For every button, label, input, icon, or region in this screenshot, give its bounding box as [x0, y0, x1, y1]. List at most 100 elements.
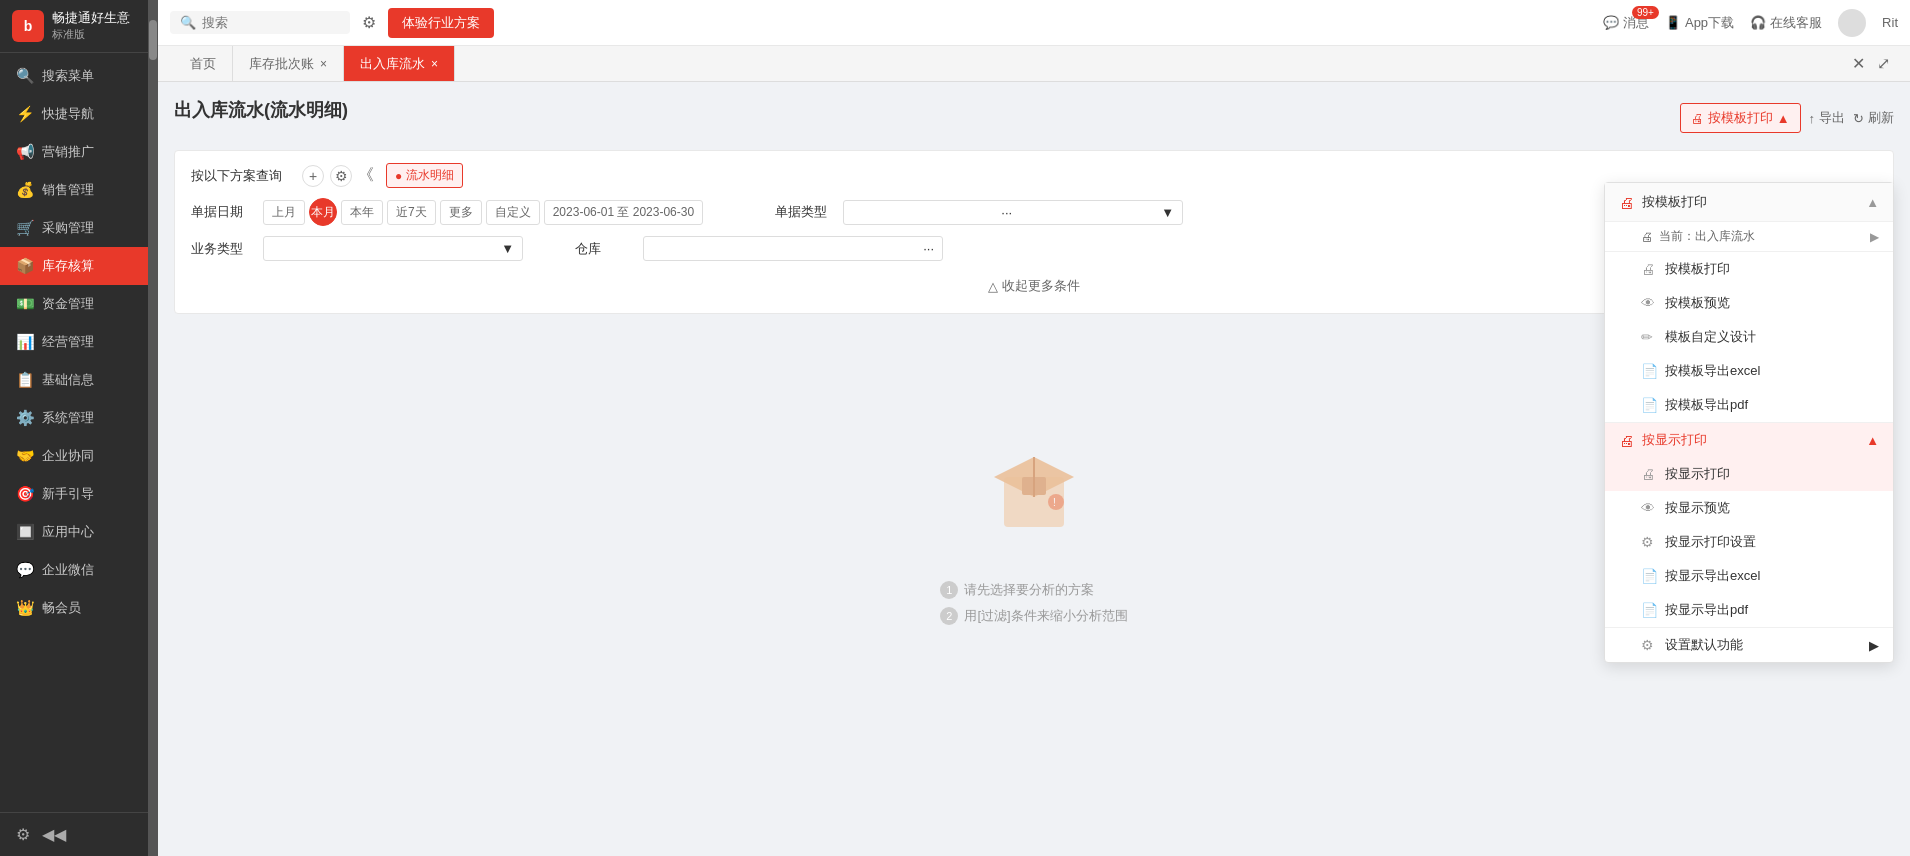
dropdown-panel: 🖨 按模板打印 ▲ 🖨 当前：出入库流水 ▶ 🖨 按模板打印 👁 按模板预览: [1604, 182, 1894, 663]
message-button[interactable]: 💬 消息 99+: [1603, 14, 1649, 32]
display-section-icon: 🖨: [1619, 432, 1634, 449]
empty-box-svg: !: [984, 442, 1084, 542]
dropdown-item-display-settings[interactable]: ⚙ 按显示打印设置: [1605, 525, 1893, 559]
industry-button[interactable]: 体验行业方案: [388, 8, 494, 38]
dropdown-header[interactable]: 🖨 按模板打印 ▲: [1605, 183, 1893, 222]
refresh-button[interactable]: ↻ 刷新: [1853, 109, 1894, 127]
biz-type-label: 业务类型: [191, 240, 251, 258]
date-btn-this-year[interactable]: 本年: [341, 200, 383, 225]
voucher-type-field[interactable]: ··· ▼: [843, 200, 1183, 225]
sidebar-item-operations[interactable]: 📊 经营管理: [0, 323, 148, 361]
sidebar-item-finance[interactable]: 💵 资金管理: [0, 285, 148, 323]
logo-area: b 畅捷通好生意 标准版: [0, 0, 148, 53]
biz-type-field[interactable]: ▼: [263, 236, 523, 261]
display-print-icon: 🖨: [1641, 466, 1657, 482]
sidebar-item-quick-nav[interactable]: ⚡ 快捷导航: [0, 95, 148, 133]
dropdown-item-template-preview[interactable]: 👁 按模板预览: [1605, 286, 1893, 320]
set-default-arrow-icon: ▶: [1869, 638, 1879, 653]
sidebar: b 畅捷通好生意 标准版 🔍 搜索菜单 ⚡ 快捷导航 📢 营销推广 💰 销售管理…: [0, 0, 148, 856]
dropdown-item-display-print[interactable]: 🖨 按显示打印: [1605, 457, 1893, 491]
maximize-window-icon[interactable]: ⤢: [1873, 50, 1894, 77]
tabbar: 首页 库存批次账 × 出入库流水 × ✕ ⤢: [158, 46, 1910, 82]
filter-tag-icon: ●: [395, 169, 402, 183]
date-btn-more[interactable]: 更多: [440, 200, 482, 225]
template-custom-icon: ✏: [1641, 329, 1657, 345]
logo-icon: b: [12, 10, 44, 42]
sidebar-item-wechat[interactable]: 💬 企业微信: [0, 551, 148, 589]
dropdown-header-arrow-icon[interactable]: ▲: [1866, 195, 1879, 210]
filter-set-button[interactable]: ⚙: [330, 165, 352, 187]
template-pdf-icon: 📄: [1641, 397, 1657, 413]
export-icon: ↑: [1809, 111, 1816, 126]
warehouse-label: 仓库: [575, 240, 635, 258]
date-filter-label: 单据日期: [191, 203, 251, 221]
service-icon: 🎧: [1750, 15, 1766, 30]
display-section-header[interactable]: 🖨 按显示打印 ▲: [1605, 423, 1893, 457]
logo-name: 畅捷通好生意: [52, 10, 130, 27]
tab-home[interactable]: 首页: [174, 46, 233, 81]
sidebar-item-purchase[interactable]: 🛒 采购管理: [0, 209, 148, 247]
template-preview-icon: 👁: [1641, 295, 1657, 311]
voucher-type-dropdown-icon: ▼: [1161, 205, 1174, 220]
empty-tips: 1 请先选择要分析的方案 2 用[过滤]条件来缩小分析范围: [940, 581, 1127, 633]
dropdown-item-template-pdf[interactable]: 📄 按模板导出pdf: [1605, 388, 1893, 422]
template-print-icon: 🖨: [1641, 261, 1657, 277]
date-btn-this-month[interactable]: 本月: [309, 198, 337, 226]
dropdown-item-template-custom[interactable]: ✏ 模板自定义设计: [1605, 320, 1893, 354]
warehouse-field[interactable]: ···: [643, 236, 943, 261]
dropdown-item-template-excel[interactable]: 📄 按模板导出excel: [1605, 354, 1893, 388]
dropdown-item-display-excel[interactable]: 📄 按显示导出excel: [1605, 559, 1893, 593]
online-service-button[interactable]: 🎧 在线客服: [1750, 14, 1822, 32]
search-box[interactable]: 🔍: [170, 11, 350, 34]
collapse-footer-icon[interactable]: ◀◀: [42, 825, 66, 844]
print-template-button[interactable]: 🖨 按模板打印 ▲: [1680, 103, 1801, 133]
dropdown-current-item: 🖨 当前：出入库流水 ▶: [1605, 222, 1893, 251]
search-icon: 🔍: [16, 67, 34, 85]
tab-batch-close-icon[interactable]: ×: [320, 57, 327, 71]
date-btn-last-month[interactable]: 上月: [263, 200, 305, 225]
phone-icon: 📱: [1665, 15, 1681, 30]
date-btn-7days[interactable]: 近7天: [387, 200, 436, 225]
dropdown-item-display-pdf[interactable]: 📄 按显示导出pdf: [1605, 593, 1893, 627]
svg-text:!: !: [1053, 497, 1056, 508]
sidebar-scrollbar[interactable]: [148, 0, 158, 856]
search-input[interactable]: [202, 15, 322, 30]
tab-flow-close-icon[interactable]: ×: [431, 57, 438, 71]
dropdown-item-template-print[interactable]: 🖨 按模板打印: [1605, 252, 1893, 286]
filter-tag[interactable]: ● 流水明细: [386, 163, 463, 188]
export-button[interactable]: ↑ 导出: [1809, 109, 1846, 127]
sidebar-item-app-center[interactable]: 🔲 应用中心: [0, 513, 148, 551]
empty-tip-2: 2 用[过滤]条件来缩小分析范围: [940, 607, 1127, 625]
sidebar-footer: ⚙ ◀◀: [0, 812, 148, 856]
topbar-gear-icon[interactable]: ⚙: [358, 9, 380, 36]
dropdown-set-default[interactable]: ⚙ 设置默认功能 ▶: [1605, 628, 1893, 662]
dropdown-item-display-preview[interactable]: 👁 按显示预览: [1605, 491, 1893, 525]
sidebar-item-marketing[interactable]: 📢 营销推广: [0, 133, 148, 171]
sidebar-item-guide[interactable]: 🎯 新手引导: [0, 475, 148, 513]
filter-collapse-icon[interactable]: 《: [358, 165, 374, 186]
template-excel-icon: 📄: [1641, 363, 1657, 379]
filter-add-button[interactable]: +: [302, 165, 324, 187]
sidebar-item-sales[interactable]: 💰 销售管理: [0, 171, 148, 209]
sidebar-item-collab[interactable]: 🤝 企业协同: [0, 437, 148, 475]
close-window-icon[interactable]: ✕: [1848, 50, 1869, 77]
avatar[interactable]: [1838, 9, 1866, 37]
settings-footer-icon[interactable]: ⚙: [16, 825, 30, 844]
display-excel-icon: 📄: [1641, 568, 1657, 584]
sidebar-item-member[interactable]: 👑 畅会员: [0, 589, 148, 627]
date-range-display[interactable]: 2023-06-01 至 2023-06-30: [544, 200, 703, 225]
sidebar-item-inventory[interactable]: 📦 库存核算: [0, 247, 148, 285]
date-btn-custom[interactable]: 自定义: [486, 200, 540, 225]
system-icon: ⚙️: [16, 409, 34, 427]
member-icon: 👑: [16, 599, 34, 617]
content-area: 出入库流水(流水明细) 🖨 按模板打印 ▲ ↑ 导出 ↻ 刷新: [158, 82, 1910, 856]
tab-flow[interactable]: 出入库流水 ×: [344, 46, 455, 81]
tab-batch-account[interactable]: 库存批次账 ×: [233, 46, 344, 81]
display-pdf-icon: 📄: [1641, 602, 1657, 618]
sidebar-item-basic[interactable]: 📋 基础信息: [0, 361, 148, 399]
sidebar-item-system[interactable]: ⚙️ 系统管理: [0, 399, 148, 437]
print-icon: 🖨: [1691, 111, 1704, 126]
svg-point-4: [1048, 494, 1064, 510]
app-download-button[interactable]: 📱 App下载: [1665, 14, 1734, 32]
sidebar-item-search[interactable]: 🔍 搜索菜单: [0, 57, 148, 95]
